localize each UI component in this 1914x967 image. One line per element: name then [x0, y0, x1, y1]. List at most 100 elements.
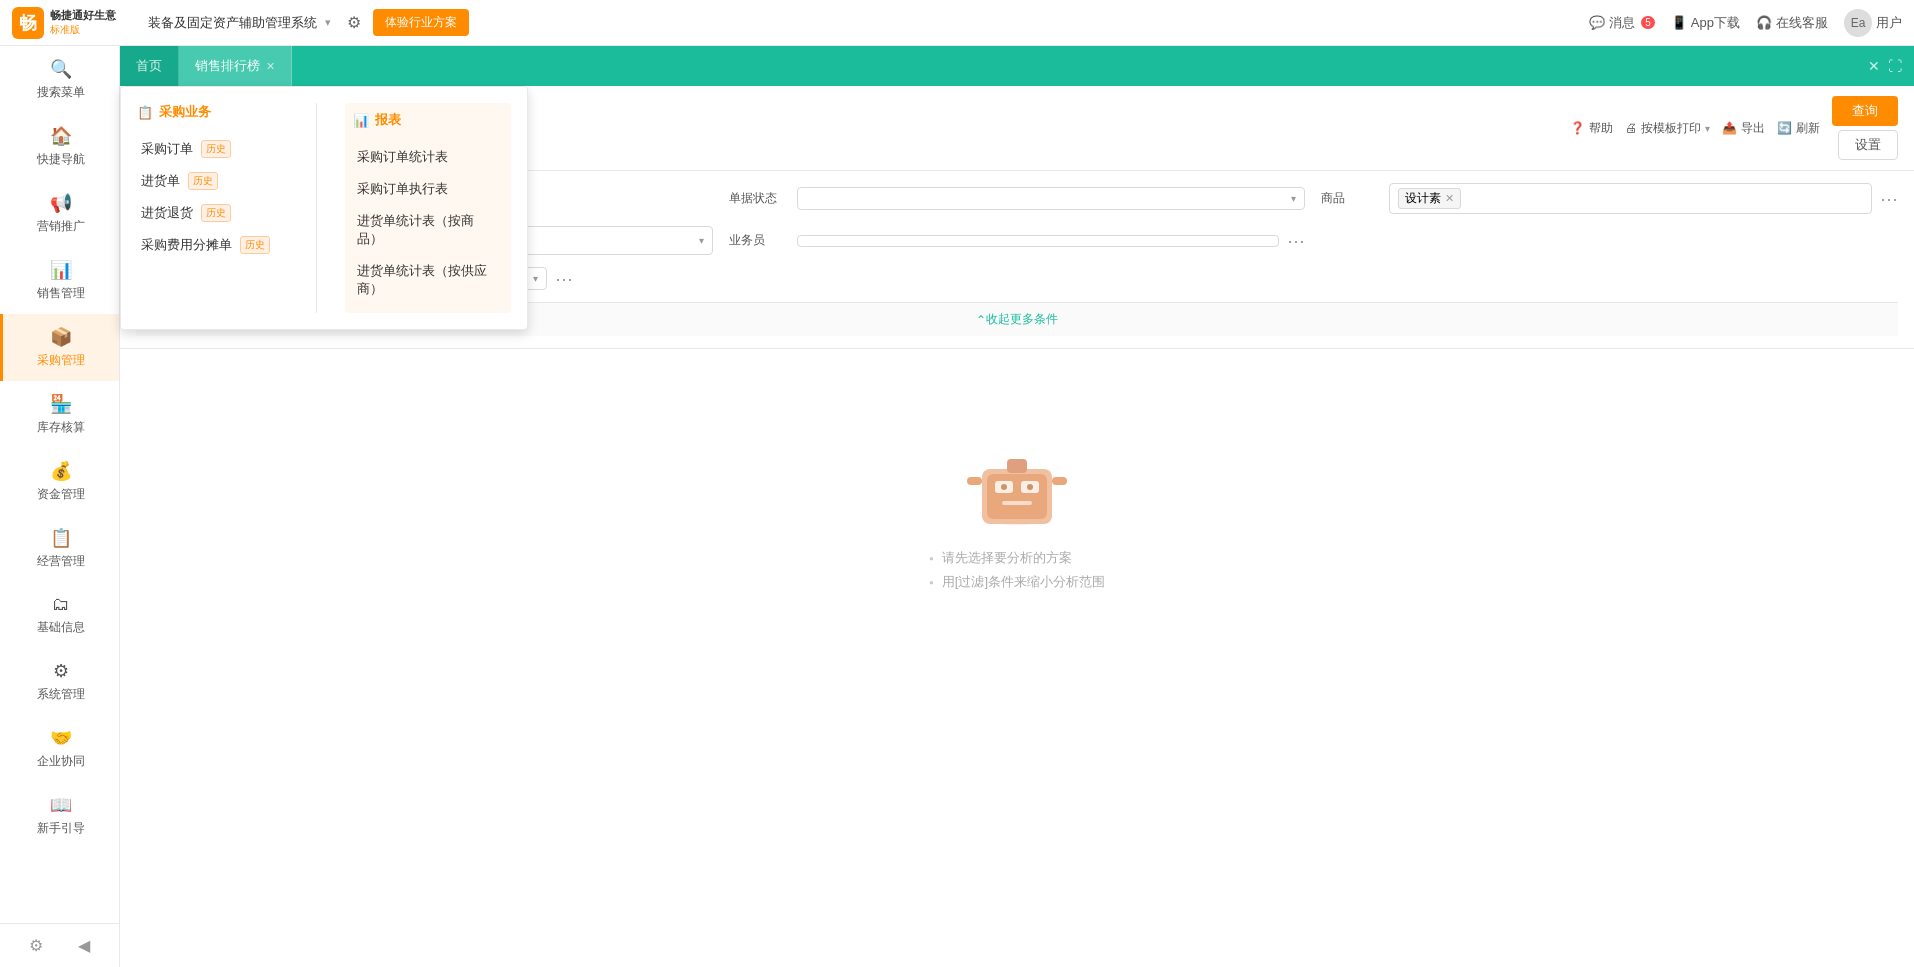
app-download-button[interactable]: 📱 App下载: [1671, 14, 1740, 32]
sidebar-item-purchase[interactable]: 📦 采购管理: [0, 314, 119, 381]
tab-close-window-icon[interactable]: ✕: [1868, 58, 1880, 74]
avatar: Ea: [1844, 9, 1872, 37]
system-title-bar: 装备及固定资产辅助管理系统 ▾ ⚙: [148, 13, 361, 32]
empty-tips: 请先选择要分析的方案 用[过滤]条件来缩小分析范围: [929, 549, 1105, 597]
sidebar-bottom: ⚙ ◀: [0, 923, 119, 967]
trial-button[interactable]: 体验行业方案: [373, 9, 469, 36]
menu-item-purchase-order-stats[interactable]: 采购订单统计表: [353, 141, 504, 173]
report-section-title: 📊 报表: [353, 111, 504, 129]
sidebar-item-inventory[interactable]: 🏪 库存核算: [0, 381, 119, 448]
collapse-icon: ⌃: [976, 313, 986, 327]
tab-home[interactable]: 首页: [120, 46, 179, 86]
sidebar-item-nav[interactable]: 🏠 快捷导航: [0, 113, 119, 180]
goods-more-icon[interactable]: ⋯: [1880, 188, 1898, 210]
sidebar-label-system: 系统管理: [37, 686, 85, 703]
sidebar-item-finance[interactable]: 💰 资金管理: [0, 448, 119, 515]
goods-tag-remove[interactable]: ✕: [1445, 192, 1454, 205]
filter-goods: 商品 设计素 ✕ ⋯: [1321, 183, 1898, 214]
messages-button[interactable]: 💬 消息 5: [1589, 14, 1655, 32]
tab-sales-rank-label: 销售排行榜: [195, 57, 260, 75]
header-right: 💬 消息 5 📱 App下载 🎧 在线客服 Ea 用户: [1589, 9, 1902, 37]
export-button[interactable]: 📤 导出: [1722, 120, 1765, 137]
sidebar-item-sales[interactable]: 📊 销售管理: [0, 247, 119, 314]
status-input[interactable]: ▾: [797, 187, 1306, 210]
sidebar-label-operation: 经营管理: [37, 553, 85, 570]
rank-dropdown-icon: ▾: [699, 235, 704, 246]
svg-rect-5: [1001, 484, 1007, 490]
goods-tag: 设计素 ✕: [1398, 188, 1461, 209]
online-service-button[interactable]: 🎧 在线客服: [1756, 14, 1828, 32]
print-dropdown-icon[interactable]: ▾: [1705, 123, 1710, 134]
sidebar-item-basic[interactable]: 🗂 基础信息: [0, 582, 119, 648]
report-section-icon: 📊: [353, 113, 369, 128]
refresh-button[interactable]: 🔄 刷新: [1777, 120, 1820, 137]
svg-rect-7: [1002, 501, 1032, 505]
system-settings-icon[interactable]: ⚙: [347, 13, 361, 32]
top-header: 畅 畅捷通好生意 标准版 装备及固定资产辅助管理系统 ▾ ⚙ 体验行业方案 💬 …: [0, 0, 1914, 46]
help-button[interactable]: ❓ 帮助: [1570, 120, 1613, 137]
menu-item-goods-in[interactable]: 进货单 历史: [137, 165, 288, 197]
system-icon: ⚙: [53, 660, 69, 682]
svg-rect-8: [1007, 459, 1027, 473]
sidebar-item-operation[interactable]: 📋 经营管理: [0, 515, 119, 582]
tab-sales-rank[interactable]: 销售排行榜 ✕: [179, 46, 292, 86]
sidebar-item-system[interactable]: ⚙ 系统管理: [0, 648, 119, 715]
tab-home-label: 首页: [136, 57, 162, 75]
logo-text: 畅捷通好生意 标准版: [50, 8, 116, 37]
menu-item-purchase-order[interactable]: 采购订单 历史: [137, 133, 288, 165]
menu-item-goods-stats-by-product[interactable]: 进货单统计表（按商品）: [353, 205, 504, 255]
system-title-chevron[interactable]: ▾: [325, 16, 331, 29]
filter-status: 单据状态 ▾: [729, 187, 1306, 210]
empty-illustration: [957, 429, 1077, 529]
sidebar-item-search[interactable]: 🔍 搜索菜单: [0, 46, 119, 113]
logo-icon: 畅: [12, 7, 44, 39]
sidebar-item-marketing[interactable]: 📢 营销推广: [0, 180, 119, 247]
sidebar-settings-icon[interactable]: ⚙: [29, 936, 43, 955]
query-button[interactable]: 查询: [1832, 96, 1898, 126]
sidebar-item-collab[interactable]: 🤝 企业协同: [0, 715, 119, 782]
user-button[interactable]: Ea 用户: [1844, 9, 1902, 37]
report-menu-section: 📊 报表 采购订单统计表 采购订单执行表 进货单统计表（按商品） 进货单统计表（…: [345, 103, 512, 313]
menu-item-purchase-order-exec[interactable]: 采购订单执行表: [353, 173, 504, 205]
system-title-text: 装备及固定资产辅助管理系统: [148, 14, 317, 32]
sidebar-label-inventory: 库存核算: [37, 419, 85, 436]
settings-button[interactable]: 设置: [1838, 130, 1898, 160]
filter-salesperson: 业务员 ⋯: [729, 230, 1306, 252]
menu-divider: [316, 103, 317, 313]
empty-tip-1: 请先选择要分析的方案: [929, 549, 1105, 567]
badge-purchase-order: 历史: [201, 140, 231, 158]
home-icon: 🏠: [50, 125, 72, 147]
svg-rect-6: [1027, 484, 1033, 490]
badge-purchase-cost: 历史: [240, 236, 270, 254]
salesperson-input[interactable]: [797, 235, 1280, 247]
sidebar-label-sales: 销售管理: [37, 285, 85, 302]
print-button[interactable]: 🖨 按模板打印 ▾: [1625, 120, 1710, 137]
phone-icon: 📱: [1671, 15, 1687, 30]
goods-label: 商品: [1321, 190, 1381, 207]
sidebar-collapse-icon[interactable]: ◀: [78, 936, 90, 955]
empty-robot-svg: [957, 429, 1077, 529]
menu-item-goods-stats-by-supplier[interactable]: 进货单统计表（按供应商）: [353, 255, 504, 305]
sidebar-label-nav: 快捷导航: [37, 151, 85, 168]
sidebar-label-guide: 新手引导: [37, 820, 85, 837]
salesperson-label: 业务员: [729, 232, 789, 249]
message-badge: 5: [1641, 16, 1655, 29]
help-icon: ❓: [1570, 121, 1585, 135]
sidebar-item-guide[interactable]: 📖 新手引导: [0, 782, 119, 849]
tab-actions: ✕ ⛶: [1856, 46, 1914, 86]
empty-tip-2: 用[过滤]条件来缩小分析范围: [929, 573, 1105, 591]
sidebar-label-finance: 资金管理: [37, 486, 85, 503]
refresh-icon: 🔄: [1777, 121, 1792, 135]
tab-maximize-icon[interactable]: ⛶: [1888, 58, 1902, 74]
menu-item-goods-return[interactable]: 进货退货 历史: [137, 197, 288, 229]
salesperson-more-icon[interactable]: ⋯: [1287, 230, 1305, 252]
customer-more-icon[interactable]: ⋯: [555, 268, 573, 290]
goods-tag-input[interactable]: 设计素 ✕: [1389, 183, 1872, 214]
operation-icon: 📋: [50, 527, 72, 549]
sidebar: 🔍 搜索菜单 🏠 快捷导航 📢 营销推广 📊 销售管理 📦 采购管理 🏪 库存核…: [0, 46, 120, 967]
tab-close-icon[interactable]: ✕: [266, 60, 275, 73]
menu-item-purchase-cost[interactable]: 采购费用分摊单 历史: [137, 229, 288, 261]
purchase-icon: 📦: [50, 326, 72, 348]
badge-goods-return: 历史: [201, 204, 231, 222]
guide-icon: 📖: [50, 794, 72, 816]
